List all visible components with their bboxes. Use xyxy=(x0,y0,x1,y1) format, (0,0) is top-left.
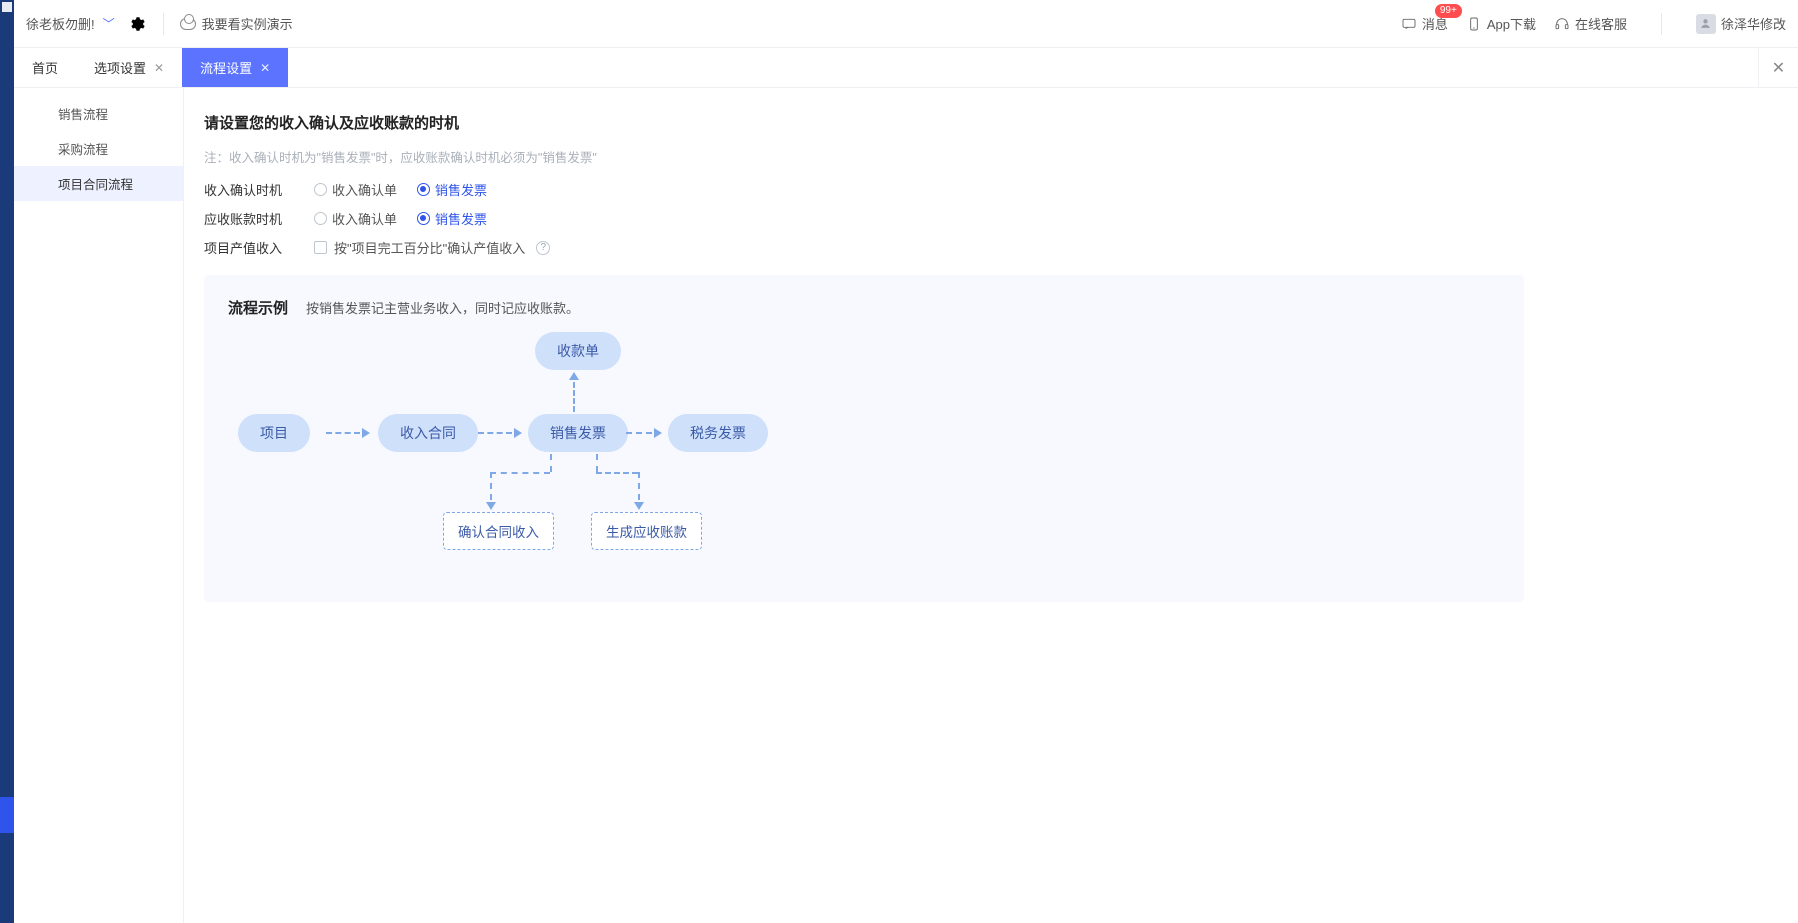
flow-example-box: 流程示例 按销售发票记主营业务收入，同时记应收账款。 项目 收入合同 销售发票 … xyxy=(204,275,1524,602)
phone-icon xyxy=(1466,16,1482,32)
row-ar-timing: 应收账款时机 收入确认单 销售发票 xyxy=(204,209,1778,228)
username-label: 徐泽华修改 xyxy=(1721,14,1786,33)
sidenav-purchase-flow[interactable]: 采购流程 xyxy=(14,131,183,166)
workspace-name: 徐老板勿删! xyxy=(26,14,95,33)
node-sales-invoice: 销售发票 xyxy=(528,414,628,452)
app-download-button[interactable]: App下载 xyxy=(1466,14,1536,33)
support-button[interactable]: 在线客服 xyxy=(1554,14,1627,33)
messages-button[interactable]: 消息 99+ xyxy=(1401,14,1448,33)
page-title: 请设置您的收入确认及应收账款的时机 xyxy=(204,112,1778,133)
node-receipt: 收款单 xyxy=(535,332,621,370)
radio-ar-confirm-order[interactable]: 收入确认单 xyxy=(314,209,397,228)
app-left-rail xyxy=(0,0,14,923)
row-label: 应收账款时机 xyxy=(204,209,294,228)
leaf-generate-ar: 生成应收账款 xyxy=(591,512,702,550)
cloud-icon xyxy=(180,18,196,30)
tab-options-label: 选项设置 xyxy=(94,58,146,77)
demo-link[interactable]: 我要看实例演示 xyxy=(180,14,293,33)
arrow-down-icon xyxy=(638,472,640,510)
arrow-icon xyxy=(626,432,662,434)
messages-badge: 99+ xyxy=(1435,4,1462,18)
chevron-down-icon: ﹀ xyxy=(103,15,115,32)
app-download-label: App下载 xyxy=(1487,14,1536,33)
radio-income-sales-invoice[interactable]: 销售发票 xyxy=(417,180,487,199)
app-logo-icon xyxy=(2,2,12,12)
message-icon xyxy=(1401,16,1417,32)
flow-diagram: 项目 收入合同 销售发票 税务发票 收款单 确认合同收入 生成应收账款 xyxy=(228,332,1500,572)
radio-label: 销售发票 xyxy=(435,209,487,228)
checkbox-icon xyxy=(314,241,327,254)
node-tax-invoice: 税务发票 xyxy=(668,414,768,452)
row-income-confirm-timing: 收入确认时机 收入确认单 销售发票 xyxy=(204,180,1778,199)
close-all-tabs-button[interactable]: ✕ xyxy=(1758,48,1798,87)
leaf-confirm-contract-income: 确认合同收入 xyxy=(443,512,554,550)
radio-icon xyxy=(417,183,430,196)
rail-active-indicator xyxy=(0,797,14,833)
radio-icon xyxy=(314,212,327,225)
arrow-icon xyxy=(326,432,370,434)
flow-example-header: 流程示例 按销售发票记主营业务收入，同时记应收账款。 xyxy=(228,297,1500,318)
divider xyxy=(163,13,164,35)
radio-label: 收入确认单 xyxy=(332,209,397,228)
radio-ar-sales-invoice[interactable]: 销售发票 xyxy=(417,209,487,228)
headset-icon xyxy=(1554,16,1570,32)
tab-bar: 首页 选项设置 ✕ 流程设置 ✕ ✕ xyxy=(14,48,1798,88)
row-label: 项目产值收入 xyxy=(204,238,294,257)
demo-link-label: 我要看实例演示 xyxy=(202,14,293,33)
tab-home-label: 首页 xyxy=(32,58,58,77)
radio-icon xyxy=(314,183,327,196)
content-area: 请设置您的收入确认及应收账款的时机 注：收入确认时机为"销售发票"时，应收账款确… xyxy=(184,88,1798,923)
help-icon[interactable]: ? xyxy=(536,241,550,255)
arrow-up-icon xyxy=(573,372,575,412)
sidenav-sales-flow[interactable]: 销售流程 xyxy=(14,96,183,131)
radio-income-confirm-order[interactable]: 收入确认单 xyxy=(314,180,397,199)
sidenav-project-contract-flow[interactable]: 项目合同流程 xyxy=(14,166,183,201)
page-body: 销售流程 采购流程 项目合同流程 请设置您的收入确认及应收账款的时机 注：收入确… xyxy=(14,88,1798,923)
checkbox-label: 按"项目完工百分比"确认产值收入 xyxy=(334,238,525,257)
connector-line xyxy=(490,472,550,474)
top-bar-right: 消息 99+ App下载 在线客服 徐泽华修改 xyxy=(1401,13,1786,35)
top-bar: 徐老板勿删! ﹀ 我要看实例演示 消息 99+ App下载 在线客服 xyxy=(14,0,1798,48)
tab-home[interactable]: 首页 xyxy=(14,48,76,87)
row-project-output-income: 项目产值收入 按"项目完工百分比"确认产值收入 ? xyxy=(204,238,1778,257)
close-icon[interactable]: ✕ xyxy=(260,61,270,75)
close-icon[interactable]: ✕ xyxy=(154,61,164,75)
page-note: 注：收入确认时机为"销售发票"时，应收账款确认时机必须为"销售发票" xyxy=(204,147,1778,166)
radio-label: 销售发票 xyxy=(435,180,487,199)
flow-example-title: 流程示例 xyxy=(228,297,288,318)
tab-flow-settings[interactable]: 流程设置 ✕ xyxy=(182,48,288,87)
node-income-contract: 收入合同 xyxy=(378,414,478,452)
tab-flow-label: 流程设置 xyxy=(200,58,252,77)
radio-label: 收入确认单 xyxy=(332,180,397,199)
radio-icon xyxy=(417,212,430,225)
connector-line xyxy=(596,472,638,474)
checkbox-completion-percent[interactable]: 按"项目完工百分比"确认产值收入 ? xyxy=(314,238,550,257)
gear-icon[interactable] xyxy=(129,15,147,33)
workspace-selector[interactable]: 徐老板勿删! ﹀ xyxy=(26,14,115,33)
connector-line xyxy=(596,454,598,472)
side-nav: 销售流程 采购流程 项目合同流程 xyxy=(14,88,184,923)
support-label: 在线客服 xyxy=(1575,14,1627,33)
tab-options[interactable]: 选项设置 ✕ xyxy=(76,48,182,87)
node-project: 项目 xyxy=(238,414,310,452)
connector-line xyxy=(550,454,552,472)
divider xyxy=(1661,13,1662,35)
arrow-icon xyxy=(478,432,522,434)
row-label: 收入确认时机 xyxy=(204,180,294,199)
user-menu[interactable]: 徐泽华修改 xyxy=(1696,14,1786,34)
flow-example-desc: 按销售发票记主营业务收入，同时记应收账款。 xyxy=(306,298,579,317)
arrow-down-icon xyxy=(490,472,492,510)
avatar-icon xyxy=(1696,14,1716,34)
